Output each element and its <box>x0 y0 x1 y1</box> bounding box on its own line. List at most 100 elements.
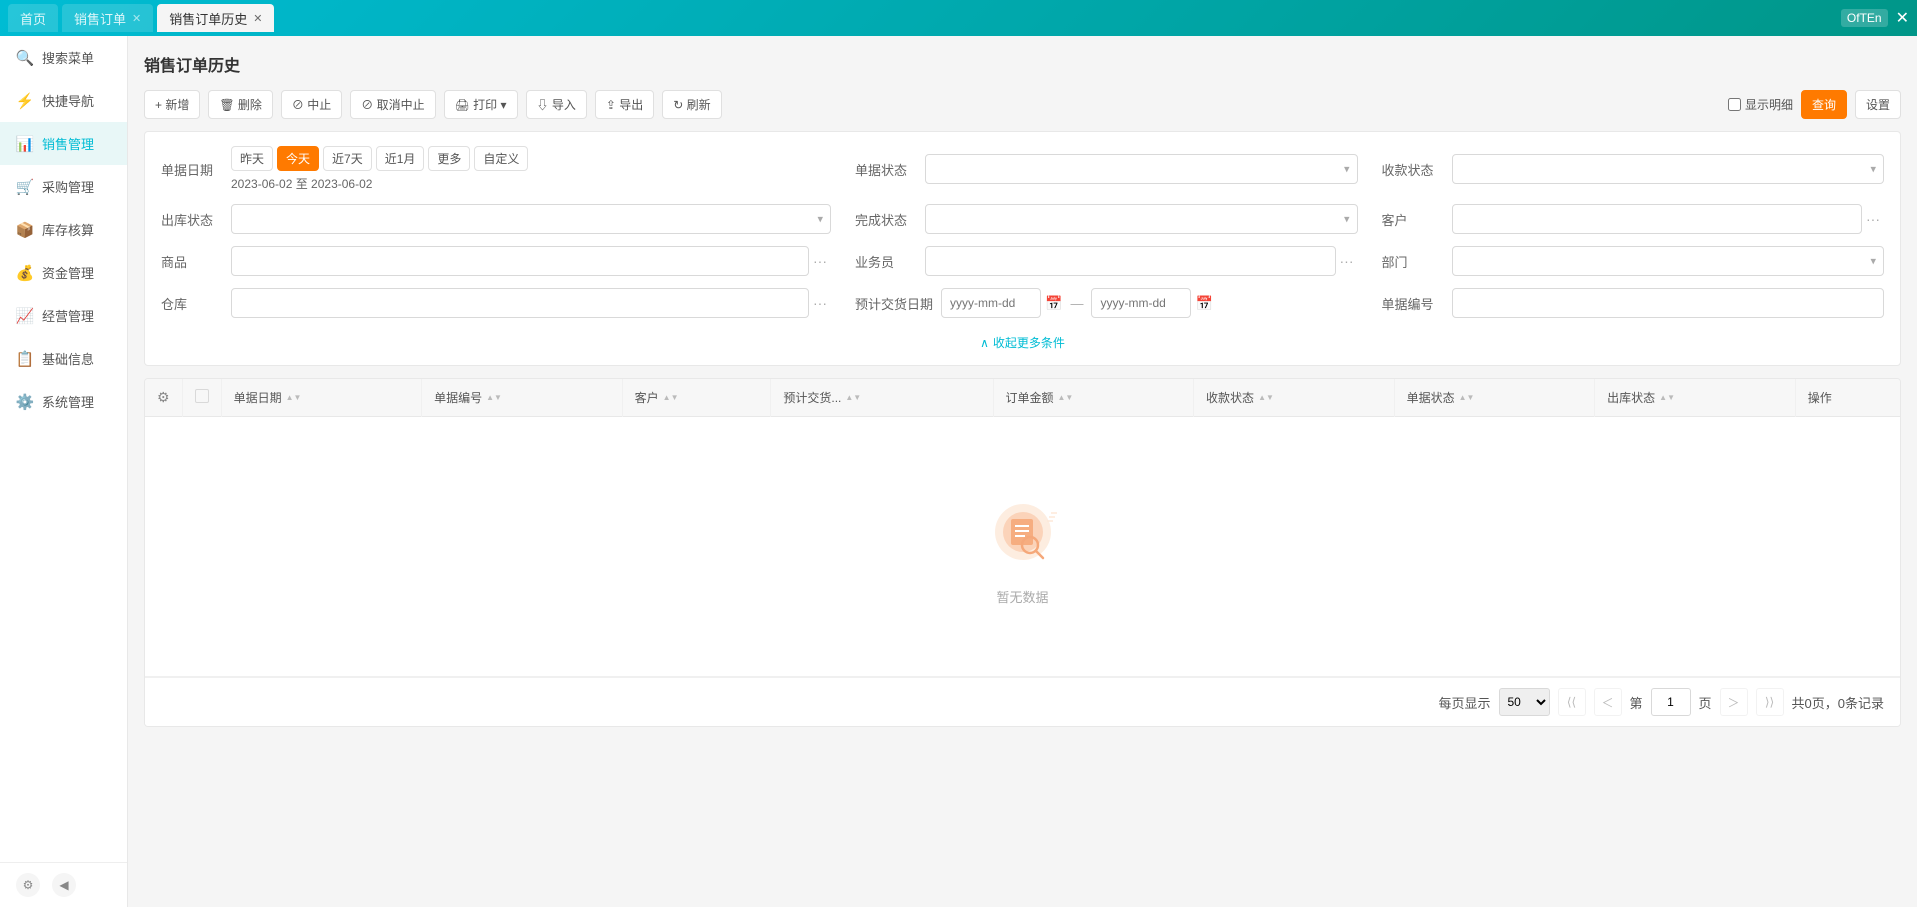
date-btn-7days[interactable]: 近7天 <box>323 146 372 171</box>
salesperson-dots-icon[interactable]: ··· <box>1336 253 1358 269</box>
settings-gear-icon[interactable]: ⚙ <box>157 389 170 405</box>
date-btn-1month[interactable]: 近1月 <box>376 146 425 171</box>
stop-button[interactable]: ⊘ 中止 <box>281 90 342 119</box>
filter-input-warehouse[interactable] <box>231 288 809 318</box>
th-payment-status[interactable]: 收款状态 ▲▼ <box>1194 379 1395 417</box>
sidebar: 🔍 搜索菜单 ⚡ 快捷导航 📊 销售管理 🛒 采购管理 📦 库存核算 💰 资金管… <box>0 36 128 907</box>
sidebar-item-purchase-mgmt-label: 采购管理 <box>42 177 94 196</box>
filter-label-complete-status: 完成状态 <box>855 210 925 229</box>
filter-row-4: 仓库 ··· 预计交货日期 📅 — � <box>161 288 1884 318</box>
new-button[interactable]: + 新增 <box>144 90 200 119</box>
last-page-button[interactable]: ⟩⟩ <box>1756 688 1784 716</box>
th-amount[interactable]: 订单金额 ▲▼ <box>993 379 1194 417</box>
cancel-stop-button[interactable]: ⊘ 取消中止 <box>350 90 435 119</box>
prev-page-button[interactable]: ＜ <box>1594 688 1622 716</box>
first-page-button[interactable]: ⟨⟨ <box>1558 688 1586 716</box>
inventory-icon: 📦 <box>16 221 34 239</box>
filter-control-payment-status: ▾ <box>1452 154 1885 184</box>
delete-button[interactable]: 🗑 删除 <box>208 90 273 119</box>
warehouse-dots-icon[interactable]: ··· <box>809 295 831 311</box>
refresh-button[interactable]: ↻ 刷新 <box>662 90 721 119</box>
date-btn-today[interactable]: 今天 <box>277 146 319 171</box>
window-close-icon[interactable]: ✕ <box>1896 8 1909 28</box>
delivery-date-from-input[interactable] <box>941 288 1041 318</box>
th-customer[interactable]: 客户 ▲▼ <box>622 379 771 417</box>
delivery-date-to-calendar-icon[interactable]: 📅 <box>1195 295 1212 312</box>
filter-control-complete-status: ▾ <box>925 204 1358 234</box>
amount-sort-arrows-icon: ▲▼ <box>1058 394 1074 402</box>
settings-button[interactable]: 设置 <box>1855 90 1901 119</box>
collapse-label: 收起更多条件 <box>993 334 1065 351</box>
th-checkbox[interactable] <box>182 379 221 417</box>
delivery-date-to-input[interactable] <box>1091 288 1191 318</box>
tab-home[interactable]: 首页 <box>8 4 58 32</box>
export-button[interactable]: ⇪ 导出 <box>595 90 654 119</box>
sidebar-item-system-mgmt-label: 系统管理 <box>42 392 94 411</box>
th-number-sort: 单据编号 ▲▼ <box>434 389 610 406</box>
date-btn-more[interactable]: 更多 <box>428 146 470 171</box>
filter-select-outstock-status[interactable] <box>231 204 831 234</box>
th-delivery-status-label: 出库状态 <box>1607 389 1655 406</box>
th-settings[interactable]: ⚙ <box>145 379 182 417</box>
tab-sales-order[interactable]: 销售订单 ✕ <box>62 4 153 32</box>
number-sort-arrows-icon: ▲▼ <box>486 394 502 402</box>
tab-sales-order-close[interactable]: ✕ <box>132 12 141 25</box>
page-size-select[interactable]: 20 50 100 <box>1499 688 1550 716</box>
th-delivery-status[interactable]: 出库状态 ▲▼ <box>1595 379 1796 417</box>
filter-input-salesperson[interactable] <box>925 246 1336 276</box>
sidebar-item-sales-mgmt[interactable]: 📊 销售管理 <box>0 122 127 165</box>
th-amount-label: 订单金额 <box>1006 389 1054 406</box>
date-btn-custom[interactable]: 自定义 <box>474 146 528 171</box>
th-order-status[interactable]: 单据状态 ▲▼ <box>1394 379 1595 417</box>
next-page-button[interactable]: ＞ <box>1720 688 1748 716</box>
date-range-dash: — <box>1066 296 1087 311</box>
display-cols-input[interactable] <box>1728 98 1741 111</box>
sales-mgmt-icon: 📊 <box>16 135 34 153</box>
product-dots-icon[interactable]: ··· <box>809 253 831 269</box>
quick-nav-icon: ⚡ <box>16 92 34 110</box>
sidebar-item-search-menu[interactable]: 🔍 搜索菜单 <box>0 36 127 79</box>
delivery-date-from-calendar-icon[interactable]: 📅 <box>1045 295 1062 312</box>
th-delivery-status-sort: 出库状态 ▲▼ <box>1607 389 1783 406</box>
sidebar-item-system-mgmt[interactable]: ⚙️ 系统管理 <box>0 380 127 423</box>
tab-sales-order-history[interactable]: 销售订单历史 ✕ <box>157 4 274 32</box>
th-payment-status-label: 收款状态 <box>1206 389 1254 406</box>
sidebar-item-operations[interactable]: 📈 经营管理 <box>0 294 127 337</box>
sidebar-item-quick-nav[interactable]: ⚡ 快捷导航 <box>0 79 127 122</box>
filter-select-payment-status[interactable] <box>1452 154 1885 184</box>
th-date[interactable]: 单据日期 ▲▼ <box>221 379 422 417</box>
tab-sales-order-history-close[interactable]: ✕ <box>253 12 262 25</box>
filter-select-department[interactable] <box>1452 246 1885 276</box>
top-bar-right: OfTEn ✕ <box>1841 8 1909 28</box>
customer-dots-icon[interactable]: ··· <box>1862 211 1884 227</box>
page-title: 销售订单历史 <box>144 52 1901 76</box>
sidebar-collapse-icon[interactable]: ◀ <box>52 873 76 897</box>
collapse-row[interactable]: ∧ 收起更多条件 <box>161 330 1884 351</box>
sidebar-settings-icon[interactable]: ⚙ <box>16 873 40 897</box>
filter-input-doc-number[interactable] <box>1452 288 1885 318</box>
sidebar-item-inventory[interactable]: 📦 库存核算 <box>0 208 127 251</box>
th-delivery-date[interactable]: 预计交货... ▲▼ <box>771 379 993 417</box>
print-button[interactable]: 🖨 打印 ▾ <box>444 90 518 119</box>
filter-select-complete-status[interactable] <box>925 204 1358 234</box>
sidebar-item-base-info[interactable]: 📋 基础信息 <box>0 337 127 380</box>
table-header-row: ⚙ 单据日期 ▲▼ 单据编号 <box>145 379 1900 417</box>
th-number[interactable]: 单据编号 ▲▼ <box>422 379 623 417</box>
date-btn-yesterday[interactable]: 昨天 <box>231 146 273 171</box>
page-suffix: 页 <box>1699 693 1712 712</box>
sidebar-item-finance-label: 资金管理 <box>42 263 94 282</box>
page-number-input[interactable] <box>1651 688 1691 716</box>
sidebar-item-purchase-mgmt[interactable]: 🛒 采购管理 <box>0 165 127 208</box>
query-button[interactable]: 查询 <box>1801 90 1847 119</box>
th-date-sort: 单据日期 ▲▼ <box>234 389 410 406</box>
display-cols-checkbox[interactable]: 显示明细 <box>1728 96 1793 113</box>
collapse-icon: ∧ <box>980 336 989 350</box>
top-bar: 首页 销售订单 ✕ 销售订单历史 ✕ OfTEn ✕ <box>0 0 1917 36</box>
filter-input-product[interactable] <box>231 246 809 276</box>
select-all-checkbox[interactable] <box>195 389 209 403</box>
import-button[interactable]: ⇩ 导入 <box>526 90 587 119</box>
filter-select-order-status[interactable] <box>925 154 1358 184</box>
filter-input-customer[interactable] <box>1452 204 1863 234</box>
display-cols-label: 显示明细 <box>1745 96 1793 113</box>
sidebar-item-finance[interactable]: 💰 资金管理 <box>0 251 127 294</box>
